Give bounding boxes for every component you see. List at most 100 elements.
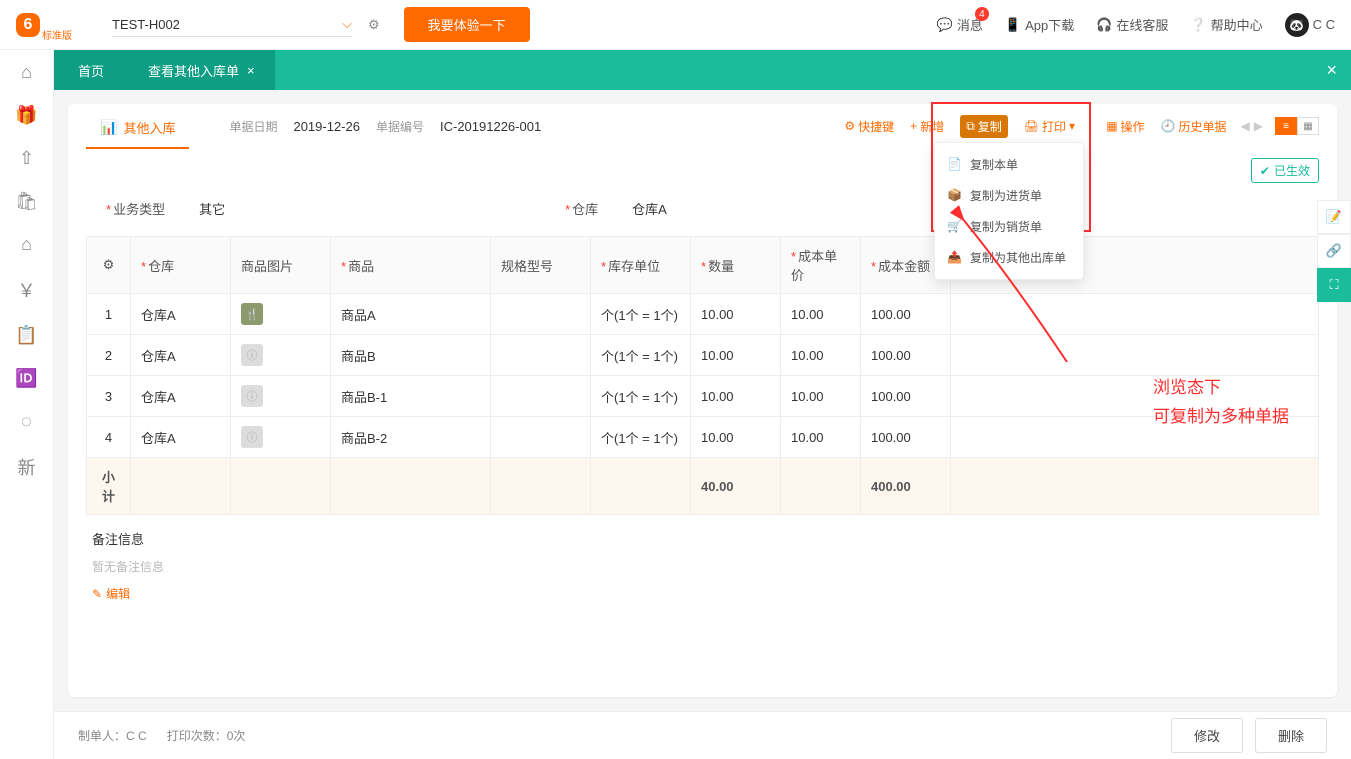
edit-icon: ✎: [92, 587, 102, 601]
nav-clipboard-icon[interactable]: 📋: [15, 325, 37, 346]
annotation-text: 浏览态下 可复制为多种单据: [1153, 374, 1289, 432]
top-bar: 6 标准版 TEST-H002 ⌵ ⚙ 我要体验一下 💬 消息 4 📱App下载…: [0, 0, 1351, 50]
chevron-down-icon: ▾: [1069, 119, 1075, 133]
user-menu[interactable]: 🐼C C: [1285, 13, 1335, 37]
warehouse-value: 仓库A: [632, 199, 667, 218]
date-value: 2019-12-26: [293, 119, 360, 134]
app-download-link[interactable]: 📱App下载: [1005, 15, 1074, 34]
brand-logo: 6: [16, 13, 40, 37]
rail-expand-icon[interactable]: ⛶: [1317, 268, 1351, 302]
history-icon: 🕘: [1161, 119, 1176, 133]
nav-home-icon[interactable]: ⌂: [21, 62, 32, 83]
print-icon: 🖨: [1024, 119, 1039, 133]
brand-edition: 标准版: [42, 27, 72, 42]
product-image-icon: ⓘ: [241, 426, 263, 448]
nav-up-icon[interactable]: ⇧: [19, 148, 34, 169]
view-list-icon[interactable]: ≡: [1275, 117, 1297, 135]
copy-other-out-item[interactable]: 📤复制为其他出库单: [935, 242, 1083, 273]
code-label: 单据编号: [376, 118, 424, 135]
trial-button[interactable]: 我要体验一下: [404, 7, 530, 42]
copy-this-item[interactable]: 📄复制本单: [935, 149, 1083, 180]
document-tab[interactable]: 📊 其他入库: [86, 106, 189, 149]
next-icon[interactable]: ▶: [1254, 119, 1263, 133]
nav-gift-icon[interactable]: 🎁: [15, 105, 37, 126]
messages-link[interactable]: 💬 消息 4: [937, 15, 983, 34]
copy-sales-item[interactable]: 🛒复制为销货单: [935, 211, 1083, 242]
cart-icon: 🛒: [947, 219, 962, 233]
grid-icon: ▦: [1106, 119, 1117, 133]
prints-value: 0次: [227, 727, 246, 744]
delete-button[interactable]: 删除: [1255, 718, 1327, 753]
copy-icon: ⧉: [966, 119, 975, 134]
plus-icon: +: [910, 119, 917, 133]
nav-money-icon[interactable]: ￥: [18, 277, 36, 303]
help-center-link[interactable]: ❔帮助中心: [1190, 15, 1262, 34]
code-value: IC-20191226-001: [440, 119, 541, 134]
tab-home[interactable]: 首页: [54, 50, 128, 90]
settings-icon[interactable]: ⚙: [368, 17, 380, 33]
inbound-icon: 📊: [100, 119, 117, 136]
table-row[interactable]: 2 仓库A ⓘ 商品B 个(1个 = 1个)10.00 10.00100.00: [87, 335, 1319, 376]
headset-icon: 🎧: [1096, 17, 1112, 33]
product-image-icon: ⓘ: [241, 344, 263, 366]
history-button[interactable]: 🕘历史单据: [1159, 115, 1229, 138]
warehouse-label: 仓库: [572, 202, 598, 217]
biz-type-value: 其它: [199, 199, 225, 218]
creator-label: 制单人：: [78, 727, 126, 744]
out-icon: 📤: [947, 250, 962, 264]
rail-note-icon[interactable]: 📝: [1317, 200, 1351, 234]
prints-label: 打印次数：: [167, 727, 227, 744]
gear-icon: ⚙: [844, 119, 855, 133]
subtotal-row: 小计40.00400.00: [87, 458, 1319, 515]
online-service-link[interactable]: 🎧在线客服: [1096, 15, 1168, 34]
rail-link-icon[interactable]: 🔗: [1317, 234, 1351, 268]
table-row[interactable]: 1 仓库A 🍴 商品A 个(1个 = 1个)10.00 10.00100.00: [87, 294, 1319, 335]
nav-id-icon[interactable]: 🆔: [15, 368, 37, 389]
nav-new-icon[interactable]: 新: [18, 454, 36, 480]
close-icon[interactable]: ×: [247, 63, 255, 78]
message-badge: 4: [975, 7, 989, 21]
right-rail: 📝 🔗 ⛶: [1317, 200, 1351, 302]
shortcut-button[interactable]: ⚙快捷键: [842, 115, 896, 138]
product-image-icon: 🍴: [241, 303, 263, 325]
biz-type-label: 业务类型: [113, 202, 165, 217]
table-row[interactable]: 3 仓库A ⓘ 商品B-1 个(1个 = 1个)10.00 10.00100.0…: [87, 376, 1319, 417]
nav-bag-icon[interactable]: 🛍: [15, 191, 38, 212]
box-icon: 📦: [947, 188, 962, 202]
product-image-icon: ⓘ: [241, 385, 263, 407]
print-button[interactable]: 🖨打印▾: [1022, 115, 1077, 138]
remark-title: 备注信息: [92, 529, 1313, 548]
document-card: 📊 其他入库 单据日期 2019-12-26 单据编号 IC-20191226-…: [68, 104, 1337, 697]
table-row[interactable]: 4 仓库A ⓘ 商品B-2 个(1个 = 1个)10.00 10.00100.0…: [87, 417, 1319, 458]
shop-name: TEST-H002: [112, 17, 180, 32]
creator-value: C C: [126, 729, 147, 743]
copy-button[interactable]: ⧉复制: [958, 112, 1010, 141]
side-nav: ⌂ 🎁 ⇧ 🛍 ⌂ ￥ 📋 🆔 ◌ 新: [0, 50, 54, 759]
phone-icon: 📱: [1005, 17, 1021, 33]
date-label: 单据日期: [229, 118, 277, 135]
remark-edit-button[interactable]: ✎编辑: [92, 585, 130, 602]
items-table: ⚙ *仓库 商品图片 *商品 规格型号 *库存单位 *数量 *成本单价 *成本金…: [86, 236, 1319, 515]
tab-view-other-inbound[interactable]: 查看其他入库单 ×: [128, 50, 275, 90]
tabbar-close-icon[interactable]: ×: [1312, 60, 1351, 81]
view-grid-icon[interactable]: ▦: [1297, 117, 1319, 135]
avatar: 🐼: [1285, 13, 1309, 37]
doc-icon: 📄: [947, 157, 962, 171]
nav-loading-icon[interactable]: ◌: [21, 411, 32, 432]
check-icon: ✔: [1260, 164, 1270, 178]
footer-bar: 制单人： C C 打印次数： 0次 修改 删除: [54, 711, 1351, 759]
nav-house-icon[interactable]: ⌂: [21, 234, 32, 255]
copy-dropdown: 📄复制本单 📦复制为进货单 🛒复制为销货单 📤复制为其他出库单: [934, 142, 1084, 280]
status-badge: ✔已生效: [1251, 158, 1319, 183]
col-gear[interactable]: ⚙: [87, 237, 131, 294]
chevron-down-icon: ⌵: [342, 16, 352, 32]
modify-button[interactable]: 修改: [1171, 718, 1243, 753]
shop-selector[interactable]: TEST-H002 ⌵: [112, 12, 352, 37]
document-actions: ⚙快捷键 +新增 ⧉复制 🖨打印▾ | ▦操作 🕘历史单据 ◀▶ ≡ ▦: [842, 112, 1319, 141]
copy-purchase-item[interactable]: 📦复制为进货单: [935, 180, 1083, 211]
remark-empty: 暂无备注信息: [92, 558, 1313, 575]
prev-icon[interactable]: ◀: [1241, 119, 1250, 133]
new-button[interactable]: +新增: [908, 115, 946, 138]
operations-button[interactable]: ▦操作: [1104, 115, 1146, 138]
top-right-nav: 💬 消息 4 📱App下载 🎧在线客服 ❔帮助中心 🐼C C: [937, 13, 1335, 37]
